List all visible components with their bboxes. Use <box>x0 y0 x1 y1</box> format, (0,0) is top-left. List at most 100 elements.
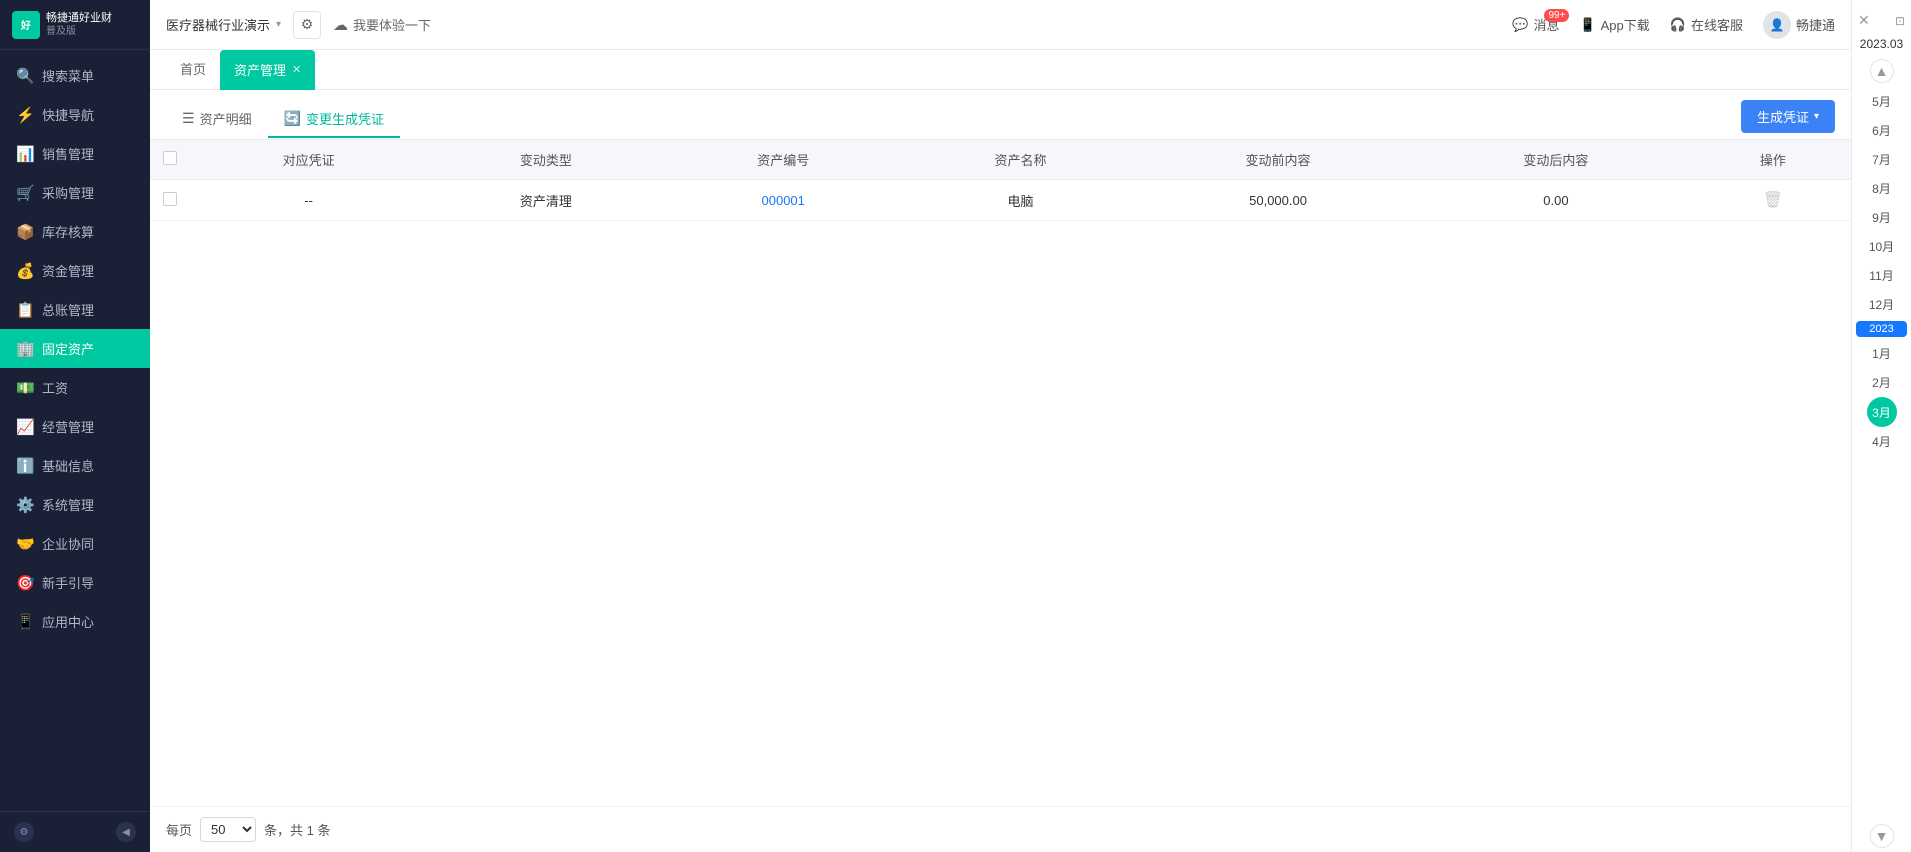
tab-asset-list[interactable]: ☰ 资产明细 <box>166 101 268 138</box>
guide-icon: 🎯 <box>16 574 34 592</box>
month-item[interactable]: 10月 <box>1852 232 1911 261</box>
sysadmin-icon: ⚙️ <box>16 496 34 514</box>
settings-icon[interactable]: ⚙ <box>14 822 34 842</box>
sidebar-label-fixedasset: 固定资产 <box>42 339 94 358</box>
month-item[interactable]: 1月 <box>1852 339 1911 368</box>
company-dropdown-arrow: ▾ <box>276 19 281 30</box>
topbar-gear-button[interactable]: ⚙ <box>293 11 321 39</box>
select-all-checkbox[interactable] <box>163 151 177 165</box>
sidebar-item-cooperation[interactable]: 🤝 企业协同 <box>0 524 150 563</box>
cell-before-change: 50,000.00 <box>1139 180 1417 221</box>
right-panel: ✕ ⊡ 2023.03 ▲ 5月6月7月8月9月10月11月12月20231月2… <box>1851 0 1911 852</box>
fund-icon: 💰 <box>16 262 34 280</box>
experience-button[interactable]: ☁ 我要体验一下 <box>333 15 431 34</box>
customer-service-icon: 🎧 <box>1670 17 1686 33</box>
month-list: 5月6月7月8月9月10月11月12月 2023 1月2月3月4月 <box>1852 87 1911 820</box>
month-item[interactable]: 4月 <box>1852 427 1911 456</box>
tab-label-home: 首页 <box>180 59 206 78</box>
app-download-icon: 📱 <box>1579 17 1595 33</box>
sidebar-item-quicknav[interactable]: ⚡ 快捷导航 <box>0 95 150 134</box>
sidebar-item-sales[interactable]: 📊销售管理 <box>0 134 150 173</box>
per-page-select[interactable]: 10 20 50 100 <box>200 817 256 842</box>
month-nav-down[interactable]: ▼ <box>1870 824 1894 848</box>
year-marker: 2023 <box>1856 321 1907 337</box>
sidebar-item-guide[interactable]: 🎯新手引导 <box>0 563 150 602</box>
content-area: ☰ 资产明细 🔄 变更生成凭证 生成凭证 ▾ 对应凭证 <box>150 90 1851 852</box>
sidebar-item-operations[interactable]: 📈经营管理 <box>0 407 150 446</box>
cell-asset-code[interactable]: 000001 <box>665 180 902 221</box>
tab-close-assetmgmt[interactable]: ✕ <box>292 63 301 76</box>
sidebar-label-inventory: 库存核算 <box>42 222 94 241</box>
month-item[interactable]: 5月 <box>1852 87 1911 116</box>
sidebar-item-purchase[interactable]: 🛒采购管理 <box>0 173 150 212</box>
sidebar-label-cooperation: 企业协同 <box>42 534 94 553</box>
sidebar-nav: 🔍搜索菜单 ⚡ 快捷导航 📊销售管理🛒采购管理 📦 库存核算 💰 资金管理 📋总账管理 🏢 固定资产… <box>0 50 150 811</box>
col-header-asset-code: 资产编号 <box>665 140 902 180</box>
sidebar-item-basicinfo[interactable]: ℹ️基础信息 <box>0 446 150 485</box>
message-icon: 💬 <box>1512 17 1528 33</box>
panel-expand-button[interactable]: ⊡ <box>1895 14 1905 28</box>
col-header-action: 操作 <box>1695 140 1851 180</box>
sidebar-header: 好 畅捷通好业财 普及版 <box>0 0 150 50</box>
quicknav-icon: ⚡ <box>16 106 34 124</box>
month-item[interactable]: 8月 <box>1852 174 1911 203</box>
month-item[interactable]: 3月 <box>1867 397 1897 427</box>
generate-voucher-button[interactable]: 生成凭证 ▾ <box>1741 100 1835 133</box>
main-area: 医疗器械行业演示 ▾ ⚙ ☁ 我要体验一下 💬 消息 99+ 📱 App下载 🎧… <box>150 0 1851 852</box>
cell-change-type: 资产清理 <box>427 180 664 221</box>
cooperation-icon: 🤝 <box>16 535 34 553</box>
sidebar-item-inventory[interactable]: 📦 库存核算 <box>0 212 150 251</box>
cell-after-change: 0.00 <box>1417 180 1695 221</box>
row-delete-button[interactable]: 🗑 <box>1763 192 1783 209</box>
sidebar-label-fund: 资金管理 <box>42 261 94 280</box>
message-button[interactable]: 💬 消息 99+ <box>1512 15 1559 34</box>
customer-service-button[interactable]: 🎧 在线客服 <box>1670 15 1743 34</box>
month-item[interactable]: 11月 <box>1852 261 1911 290</box>
month-item[interactable]: 6月 <box>1852 116 1911 145</box>
app-logo: 好 <box>12 11 40 39</box>
tab-assetmgmt[interactable]: 资产管理✕ <box>220 50 315 90</box>
data-table: 对应凭证 变动类型 资产编号 资产名称 变动前内容 变动后内容 操作 -- 资产… <box>150 140 1851 221</box>
month-item[interactable]: 9月 <box>1852 203 1911 232</box>
company-selector[interactable]: 医疗器械行业演示 ▾ <box>166 15 281 34</box>
customer-service-label: 在线客服 <box>1691 15 1743 34</box>
sidebar-bottom: ⚙ ◀ <box>0 811 150 852</box>
app-download-label: App下载 <box>1601 15 1650 34</box>
page-count-text: 条，共 1 条 <box>264 820 330 839</box>
panel-close-button[interactable]: ✕ <box>1858 12 1870 29</box>
sidebar-item-fixedasset[interactable]: 🏢 固定资产 <box>0 329 150 368</box>
inventory-icon: 📦 <box>16 223 34 241</box>
per-page-label: 每页 <box>166 820 192 839</box>
month-item[interactable]: 12月 <box>1852 290 1911 319</box>
pagination: 每页 10 20 50 100 条，共 1 条 <box>150 806 1851 852</box>
app-title-block: 畅捷通好业财 普及版 <box>46 11 112 38</box>
sidebar-item-payroll[interactable]: 💵工资 <box>0 368 150 407</box>
month-item[interactable]: 2月 <box>1852 368 1911 397</box>
col-header-change-type: 变动类型 <box>427 140 664 180</box>
sidebar-item-appcenter[interactable]: 📱 应用中心 <box>0 602 150 641</box>
row-checkbox-cell <box>150 180 190 221</box>
sidebar-label-ledger: 总账管理 <box>42 300 94 319</box>
month-item[interactable]: 7月 <box>1852 145 1911 174</box>
appcenter-icon: 📱 <box>16 613 34 631</box>
basicinfo-icon: ℹ️ <box>16 457 34 475</box>
app-download-button[interactable]: 📱 App下载 <box>1579 15 1649 34</box>
avatar: 👤 <box>1763 11 1791 39</box>
tab-home[interactable]: 首页 <box>166 50 220 90</box>
sidebar-item-search[interactable]: 🔍搜索菜单 <box>0 56 150 95</box>
tab-voucher-generate[interactable]: 🔄 变更生成凭证 <box>268 101 400 138</box>
row-checkbox[interactable] <box>163 192 177 206</box>
collapse-icon[interactable]: ◀ <box>116 822 136 842</box>
table-header-checkbox <box>150 140 190 180</box>
col-header-after-change: 变动后内容 <box>1417 140 1695 180</box>
fixedasset-icon: 🏢 <box>16 340 34 358</box>
month-nav-up[interactable]: ▲ <box>1870 59 1894 83</box>
sidebar-label-search: 搜索菜单 <box>42 66 94 85</box>
sidebar-item-ledger[interactable]: 📋总账管理 <box>0 290 150 329</box>
sidebar-item-fund[interactable]: 💰 资金管理 <box>0 251 150 290</box>
sidebar-label-appcenter: 应用中心 <box>42 612 94 631</box>
sidebar-item-sysadmin[interactable]: ⚙️系统管理 <box>0 485 150 524</box>
voucher-label: 变更生成凭证 <box>306 109 384 128</box>
sidebar-label-quicknav: 快捷导航 <box>42 105 94 124</box>
user-profile-button[interactable]: 👤 畅捷通 <box>1763 11 1835 39</box>
